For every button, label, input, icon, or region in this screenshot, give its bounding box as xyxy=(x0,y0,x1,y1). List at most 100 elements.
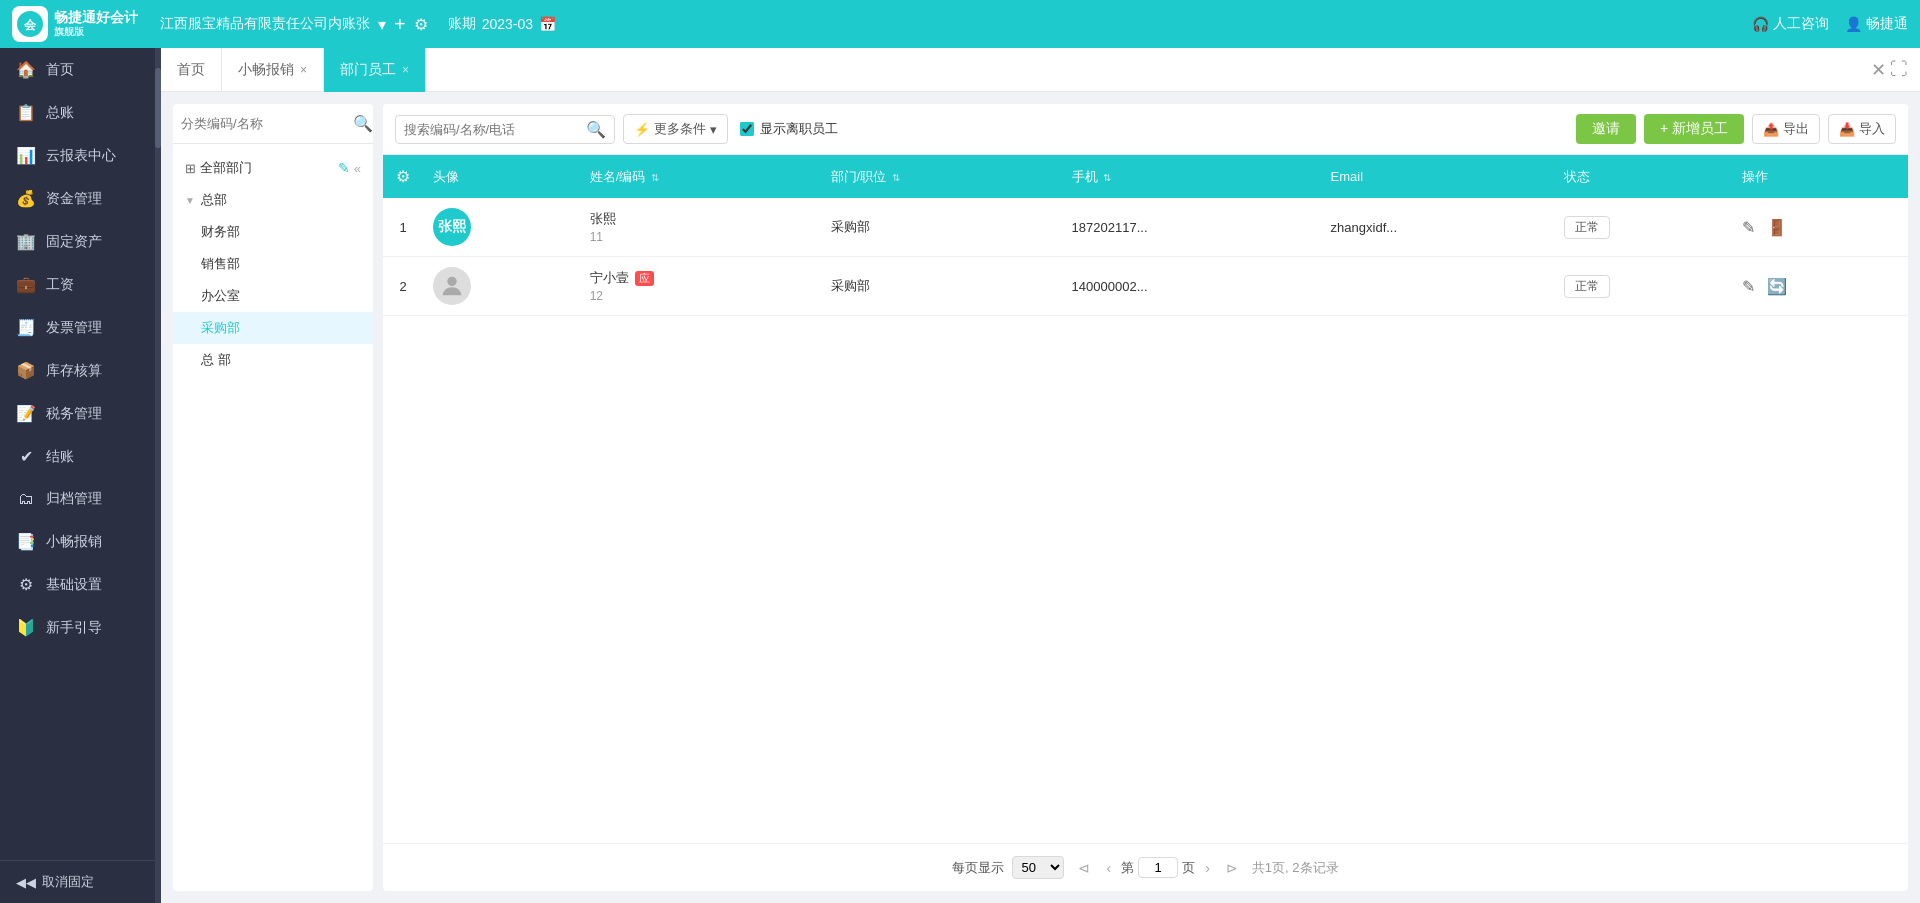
report-icon: 📊 xyxy=(16,146,36,165)
top-bar: 会 畅捷通好会计 旗舰版 江西服宝精品有限责任公司内账张 ▾ + ⚙ 账期 20… xyxy=(0,0,1920,48)
row-status-cell: 正常 xyxy=(1554,257,1732,316)
row-index: 2 xyxy=(383,257,423,316)
dept-purchase[interactable]: 采购部 xyxy=(173,312,373,344)
dept-finance[interactable]: 财务部 xyxy=(173,216,373,248)
sidebar-item-label: 基础设置 xyxy=(46,576,102,594)
user-btn[interactable]: 👤 畅捷通 xyxy=(1845,15,1908,33)
sidebar-item-checkout[interactable]: ✔ 结账 xyxy=(0,435,155,478)
table-header-status: 状态 xyxy=(1554,155,1732,198)
close-tab-btn[interactable]: ✕ xyxy=(1871,59,1886,81)
filter-btn[interactable]: ⚡ 更多条件 ▾ xyxy=(623,114,728,144)
import-btn[interactable]: 📥 导入 xyxy=(1828,114,1896,144)
capital-icon: 💰 xyxy=(16,189,36,208)
export-btn[interactable]: 📤 导出 xyxy=(1752,114,1820,144)
unpin-sidebar-btn[interactable]: ◀◀ 取消固定 xyxy=(0,860,155,903)
sidebar-item-label: 结账 xyxy=(46,448,74,466)
more-icon[interactable]: 🚪 xyxy=(1767,218,1787,237)
dept-all-header[interactable]: ⊞ 全部部门 ✎ « xyxy=(173,152,373,184)
svg-point-2 xyxy=(447,277,456,286)
sidebar-item-general[interactable]: 📋 总账 xyxy=(0,91,155,134)
dept-edit-icon[interactable]: ✎ xyxy=(338,160,350,176)
dept-search-input[interactable] xyxy=(181,116,349,131)
search-icon[interactable]: 🔍 xyxy=(586,120,606,139)
first-page-btn[interactable]: ⊲ xyxy=(1072,858,1096,878)
add-icon[interactable]: + xyxy=(394,13,406,36)
sidebar-item-label: 总账 xyxy=(46,104,74,122)
sidebar-item-guide[interactable]: 🔰 新手引导 xyxy=(0,606,155,649)
tab-department[interactable]: 部门员工 × xyxy=(324,48,426,92)
calendar-icon[interactable]: 📅 xyxy=(539,16,556,32)
last-page-btn[interactable]: ⊳ xyxy=(1220,858,1244,878)
sidebar-item-label: 资金管理 xyxy=(46,190,102,208)
table-header-name[interactable]: 姓名/编码 ⇅ xyxy=(580,155,821,198)
sidebar-item-asset[interactable]: 🏢 固定资产 xyxy=(0,220,155,263)
employee-search-input[interactable] xyxy=(404,122,582,137)
sidebar-item-report[interactable]: 📊 云报表中心 xyxy=(0,134,155,177)
table-header-email: Email xyxy=(1321,155,1555,198)
dept-search-icon[interactable]: 🔍 xyxy=(353,114,373,133)
user-label: 畅捷通 xyxy=(1866,15,1908,33)
add-employee-btn[interactable]: + 新增员工 xyxy=(1644,114,1744,144)
expand-btn[interactable]: ⛶ xyxy=(1890,59,1908,80)
dept-office[interactable]: 办公室 xyxy=(173,280,373,312)
support-btn[interactable]: 🎧 人工咨询 xyxy=(1752,15,1829,33)
dept-all-label: 全部部门 xyxy=(200,159,252,177)
show-resigned-checkbox[interactable] xyxy=(740,122,754,136)
dept-hq2[interactable]: 总 部 xyxy=(173,344,373,376)
sidebar-item-home[interactable]: 🏠 首页 xyxy=(0,48,155,91)
table-gear-icon[interactable]: ⚙ xyxy=(396,168,410,185)
sidebar-item-tax[interactable]: 📝 税务管理 xyxy=(0,392,155,435)
row-name: 张熙 xyxy=(590,210,616,228)
tab-home[interactable]: 首页 xyxy=(161,48,222,92)
sidebar-item-label: 发票管理 xyxy=(46,319,102,337)
edit-icon[interactable]: ✎ xyxy=(1742,277,1755,296)
dept-hq[interactable]: ▼ 总部 xyxy=(173,184,373,216)
tabs-right: ✕ ⛶ xyxy=(1859,59,1920,81)
sidebar-item-label: 固定资产 xyxy=(46,233,102,251)
filter-chevron: ▾ xyxy=(710,122,717,137)
row-phone-cell: 140000002... xyxy=(1062,257,1321,316)
left-panel: 🔍 ⊞ 全部部门 ✎ « ▼ 总部 xyxy=(173,104,373,891)
row-avatar-cell xyxy=(423,257,580,316)
tab-expense-close[interactable]: × xyxy=(300,63,307,77)
sidebar-item-invoice[interactable]: 🧾 发票管理 xyxy=(0,306,155,349)
row-dept-cell: 采购部 xyxy=(821,257,1062,316)
sidebar-item-inventory[interactable]: 📦 库存核算 xyxy=(0,349,155,392)
dept-hq-label: 总部 xyxy=(201,191,227,209)
invite-btn[interactable]: 邀请 xyxy=(1576,114,1636,144)
row-code: 12 xyxy=(590,289,811,303)
unpin-label: 取消固定 xyxy=(42,873,94,891)
row-email-cell xyxy=(1321,257,1555,316)
sidebar-item-basic[interactable]: ⚙ 基础设置 xyxy=(0,563,155,606)
table-header-dept[interactable]: 部门/职位 ⇅ xyxy=(821,155,1062,198)
company-name[interactable]: 江西服宝精品有限责任公司内账张 xyxy=(160,15,370,33)
dropdown-icon[interactable]: ▾ xyxy=(378,15,386,34)
row-tag: 应 xyxy=(635,271,654,286)
dept-collapse-icon[interactable]: « xyxy=(354,161,361,176)
sidebar: 🏠 首页 📋 总账 📊 云报表中心 💰 资金管理 🏢 固定资产 💼 工资 🧾 发… xyxy=(0,48,155,903)
table-header-phone[interactable]: 手机 ⇅ xyxy=(1062,155,1321,198)
page-size-dropdown[interactable]: 10 20 50 100 xyxy=(1012,856,1064,879)
sidebar-item-archive[interactable]: 🗂 归档管理 xyxy=(0,478,155,520)
table-header-settings[interactable]: ⚙ xyxy=(383,155,423,198)
edit-icon[interactable]: ✎ xyxy=(1742,218,1755,237)
dept-sales[interactable]: 销售部 xyxy=(173,248,373,280)
dept-hq2-label: 总 部 xyxy=(201,351,231,369)
sidebar-item-label: 工资 xyxy=(46,276,74,294)
tab-home-label: 首页 xyxy=(177,61,205,79)
row-status-cell: 正常 xyxy=(1554,198,1732,257)
filter-icon: ⚡ xyxy=(634,122,650,137)
tab-expense[interactable]: 小畅报销 × xyxy=(222,48,324,92)
next-page-btn[interactable]: › xyxy=(1199,858,1216,878)
page-input[interactable] xyxy=(1138,857,1178,878)
period-value[interactable]: 2023-03 xyxy=(482,16,533,32)
sidebar-item-capital[interactable]: 💰 资金管理 xyxy=(0,177,155,220)
settings-icon[interactable]: ⚙ xyxy=(414,15,428,34)
tab-department-close[interactable]: × xyxy=(402,63,409,77)
sidebar-item-expense[interactable]: 📑 小畅报销 xyxy=(0,520,155,563)
prev-page-btn[interactable]: ‹ xyxy=(1100,858,1117,878)
more-icon[interactable]: 🔄 xyxy=(1767,277,1787,296)
period-label: 账期 xyxy=(448,15,476,33)
sidebar-item-payroll[interactable]: 💼 工资 xyxy=(0,263,155,306)
row-action-cell: ✎ 🚪 xyxy=(1732,198,1908,257)
